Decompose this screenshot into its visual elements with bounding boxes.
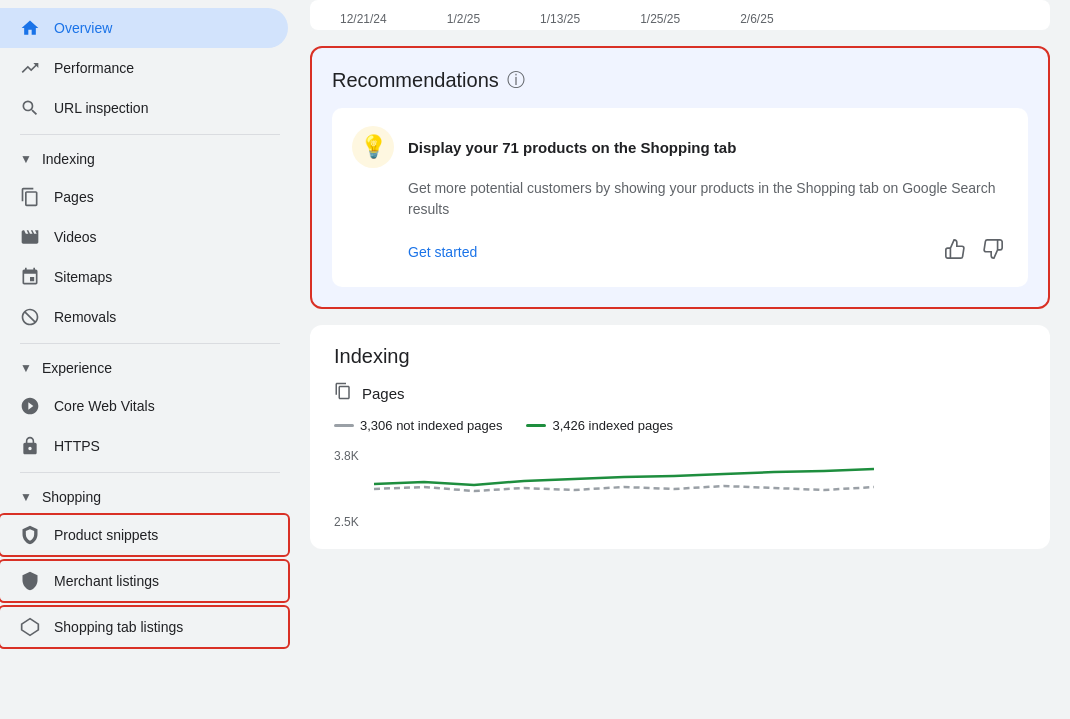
legend-dash-green bbox=[526, 424, 546, 427]
rec-description: Get more potential customers by showing … bbox=[352, 178, 1008, 220]
chart-svg bbox=[374, 449, 1026, 527]
search-icon bbox=[20, 98, 40, 118]
sitemap-icon bbox=[20, 267, 40, 287]
sidebar-item-product-snippets[interactable]: Product snippets bbox=[0, 515, 288, 555]
legend-label-indexed: 3,426 indexed pages bbox=[552, 418, 673, 433]
sidebar: Overview Performance URL inspection ▼ In… bbox=[0, 0, 300, 719]
get-started-link[interactable]: Get started bbox=[408, 244, 477, 260]
shopping-tab-listings-icon bbox=[20, 617, 40, 637]
sidebar-section-indexing[interactable]: ▼ Indexing bbox=[0, 141, 300, 177]
date-label-0: 12/21/24 bbox=[340, 12, 387, 26]
pages-icon bbox=[334, 382, 352, 404]
sidebar-item-shopping-tab-listings[interactable]: Shopping tab listings bbox=[0, 607, 288, 647]
recommendation-item: 💡 Display your 71 products on the Shoppi… bbox=[332, 108, 1028, 287]
sidebar-label-performance: Performance bbox=[54, 60, 134, 76]
divider-2 bbox=[20, 343, 280, 344]
chart-area: 3.8K 2.5K bbox=[334, 449, 1026, 529]
legend-row: 3,306 not indexed pages 3,426 indexed pa… bbox=[334, 418, 1026, 433]
recommendations-title-text: Recommendations bbox=[332, 69, 499, 92]
rec-actions bbox=[940, 234, 1008, 269]
date-label-3: 1/25/25 bbox=[640, 12, 680, 26]
trending-up-icon bbox=[20, 58, 40, 78]
legend-label-not-indexed: 3,306 not indexed pages bbox=[360, 418, 502, 433]
experience-section-label: Experience bbox=[42, 360, 112, 376]
product-snippets-icon bbox=[20, 525, 40, 545]
legend-dash-gray bbox=[334, 424, 354, 427]
date-bar: 12/21/24 1/2/25 1/13/25 1/25/25 2/6/25 bbox=[310, 0, 1050, 30]
sidebar-label-shopping-tab-listings: Shopping tab listings bbox=[54, 619, 183, 635]
video-icon bbox=[20, 227, 40, 247]
sidebar-item-sitemaps[interactable]: Sitemaps bbox=[0, 257, 288, 297]
sidebar-label-overview: Overview bbox=[54, 20, 112, 36]
date-label-2: 1/13/25 bbox=[540, 12, 580, 26]
sidebar-label-videos: Videos bbox=[54, 229, 97, 245]
sidebar-section-shopping[interactable]: ▼ Shopping bbox=[0, 479, 300, 515]
shopping-section-label: Shopping bbox=[42, 489, 101, 505]
indexing-section-label: Indexing bbox=[42, 151, 95, 167]
sidebar-item-url-inspection[interactable]: URL inspection bbox=[0, 88, 288, 128]
sidebar-label-removals: Removals bbox=[54, 309, 116, 325]
rec-footer: Get started bbox=[352, 234, 1008, 269]
sidebar-item-pages[interactable]: Pages bbox=[0, 177, 288, 217]
gauge-icon bbox=[20, 396, 40, 416]
chart-value-top: 3.8K bbox=[334, 449, 359, 463]
rec-icon-circle: 💡 bbox=[352, 126, 394, 168]
indexing-title: Indexing bbox=[334, 345, 1026, 368]
sidebar-item-removals[interactable]: Removals bbox=[0, 297, 288, 337]
sidebar-label-core-web-vitals: Core Web Vitals bbox=[54, 398, 155, 414]
sidebar-label-sitemaps: Sitemaps bbox=[54, 269, 112, 285]
sidebar-label-product-snippets: Product snippets bbox=[54, 527, 158, 543]
rec-title: Display your 71 products on the Shopping… bbox=[408, 139, 736, 156]
chart-value-bottom: 2.5K bbox=[334, 515, 359, 529]
chevron-down-icon-3: ▼ bbox=[20, 490, 32, 504]
sidebar-label-url-inspection: URL inspection bbox=[54, 100, 148, 116]
sidebar-section-experience[interactable]: ▼ Experience bbox=[0, 350, 300, 386]
legend-item-not-indexed: 3,306 not indexed pages bbox=[334, 418, 502, 433]
sidebar-item-overview[interactable]: Overview bbox=[0, 8, 288, 48]
recommendations-header: Recommendations ⓘ bbox=[332, 68, 1028, 92]
sidebar-item-videos[interactable]: Videos bbox=[0, 217, 288, 257]
date-labels: 12/21/24 1/2/25 1/13/25 1/25/25 2/6/25 bbox=[330, 12, 774, 26]
sidebar-label-https: HTTPS bbox=[54, 438, 100, 454]
legend-item-indexed: 3,426 indexed pages bbox=[526, 418, 673, 433]
sidebar-label-merchant-listings: Merchant listings bbox=[54, 573, 159, 589]
sidebar-label-pages: Pages bbox=[54, 189, 94, 205]
sidebar-item-core-web-vitals[interactable]: Core Web Vitals bbox=[0, 386, 288, 426]
svg-marker-0 bbox=[22, 619, 39, 636]
divider-1 bbox=[20, 134, 280, 135]
help-icon[interactable]: ⓘ bbox=[507, 68, 525, 92]
merchant-listings-icon bbox=[20, 571, 40, 591]
pages-row: Pages bbox=[334, 382, 1026, 404]
chevron-down-icon: ▼ bbox=[20, 152, 32, 166]
main-content: 12/21/24 1/2/25 1/13/25 1/25/25 2/6/25 R… bbox=[300, 0, 1070, 719]
rec-header: 💡 Display your 71 products on the Shoppi… bbox=[352, 126, 1008, 168]
recommendations-card: Recommendations ⓘ 💡 Display your 71 prod… bbox=[310, 46, 1050, 309]
thumbs-down-button[interactable] bbox=[978, 234, 1008, 269]
date-label-1: 1/2/25 bbox=[447, 12, 480, 26]
file-copy-icon bbox=[20, 187, 40, 207]
lock-icon bbox=[20, 436, 40, 456]
thumbs-up-button[interactable] bbox=[940, 234, 970, 269]
chevron-down-icon-2: ▼ bbox=[20, 361, 32, 375]
date-label-4: 2/6/25 bbox=[740, 12, 773, 26]
pages-label: Pages bbox=[362, 385, 405, 402]
bulb-icon: 💡 bbox=[360, 134, 387, 160]
indexing-section: Indexing Pages 3,306 not indexed pages 3… bbox=[310, 325, 1050, 549]
sidebar-item-performance[interactable]: Performance bbox=[0, 48, 288, 88]
removals-icon bbox=[20, 307, 40, 327]
sidebar-item-merchant-listings[interactable]: Merchant listings bbox=[0, 561, 288, 601]
home-icon bbox=[20, 18, 40, 38]
divider-3 bbox=[20, 472, 280, 473]
sidebar-item-https[interactable]: HTTPS bbox=[0, 426, 288, 466]
